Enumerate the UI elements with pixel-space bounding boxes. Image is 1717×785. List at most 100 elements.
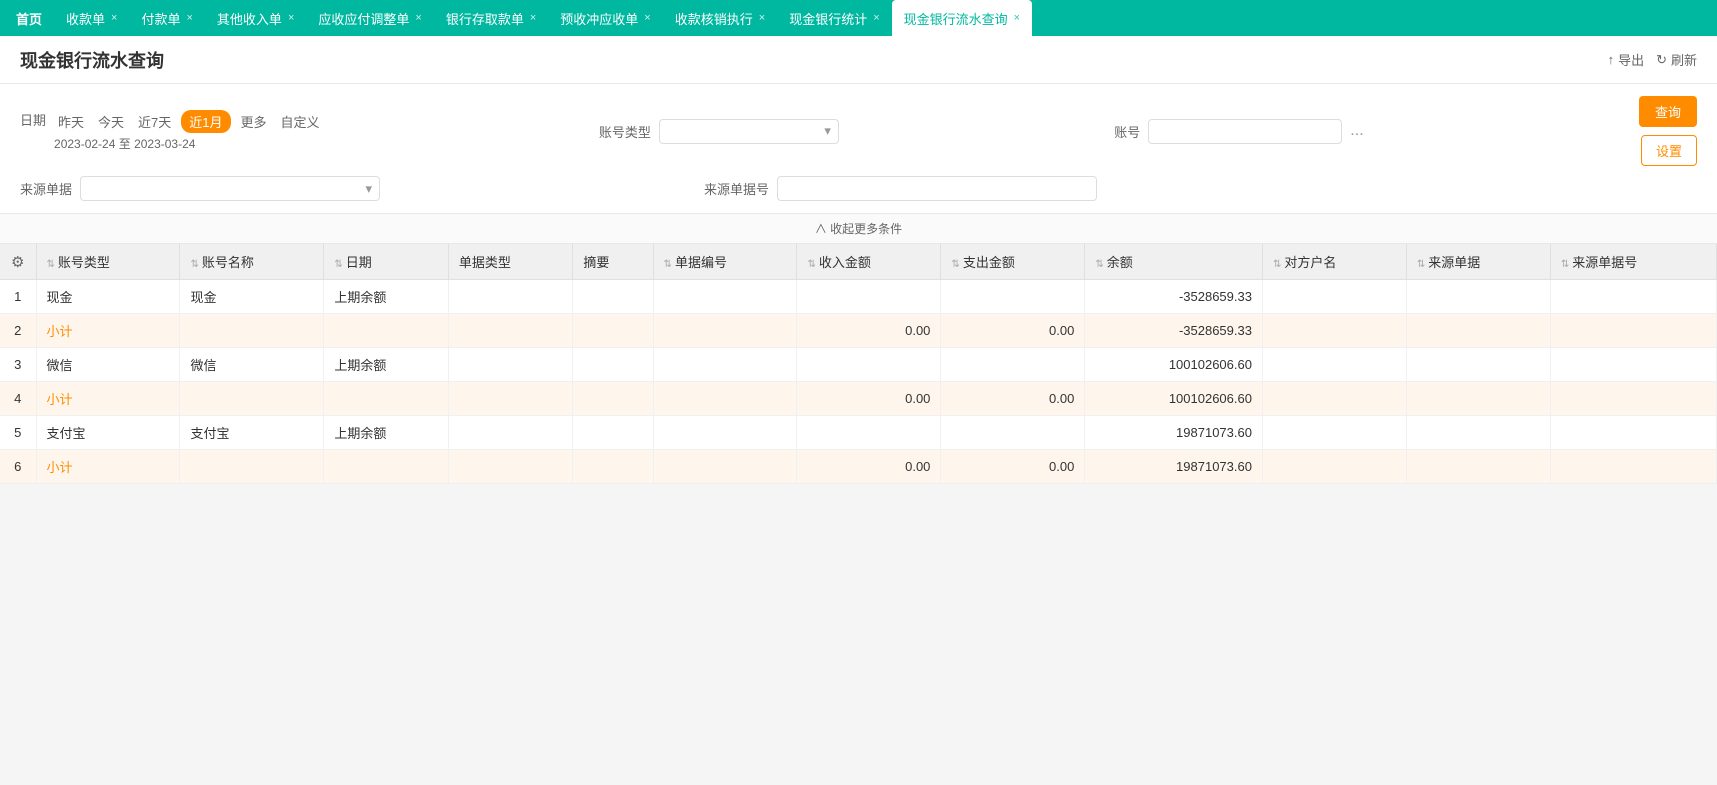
export-icon: ↑: [1608, 52, 1615, 67]
account-input[interactable]: [1148, 119, 1342, 144]
date-custom[interactable]: 自定义: [277, 111, 324, 132]
collapse-bar[interactable]: ∧ 收起更多条件: [0, 214, 1717, 244]
cell-account-name: [180, 382, 324, 416]
cell-expense: [941, 348, 1085, 382]
cell-income: [797, 348, 941, 382]
refresh-button[interactable]: ↻ 刷新: [1656, 50, 1697, 69]
sort-source-doc-num-icon: ⇅: [1561, 259, 1569, 270]
nav-ar-ap-adjust[interactable]: 应收应付调整单 ×: [306, 0, 433, 36]
col-doc-number[interactable]: ⇅单据编号: [653, 244, 797, 280]
date-7days[interactable]: 近7天: [134, 111, 175, 132]
cell-doc-type: [448, 450, 573, 484]
cell-date: 上期余额: [324, 280, 449, 314]
nav-other-income-close[interactable]: ×: [288, 12, 294, 24]
nav-prepaid[interactable]: 预收冲应收单 ×: [548, 0, 662, 36]
col-counterpart[interactable]: ⇅对方户名: [1262, 244, 1406, 280]
nav-prepaid-label: 预收冲应收单: [560, 9, 638, 28]
nav-other-income[interactable]: 其他收入单 ×: [205, 0, 306, 36]
col-settings[interactable]: ⚙: [0, 244, 36, 280]
col-balance[interactable]: ⇅余额: [1085, 244, 1263, 280]
cell-date: 上期余额: [324, 416, 449, 450]
source-doc-num-group: 来源单据号: [704, 176, 1097, 201]
cell-expense: 0.00: [941, 450, 1085, 484]
cell-counterpart: [1262, 416, 1406, 450]
cell-num: 6: [0, 450, 36, 484]
cell-account-name: 支付宝: [180, 416, 324, 450]
cell-account-type: 现金: [36, 280, 180, 314]
cell-summary: [573, 348, 653, 382]
cell-expense: [941, 280, 1085, 314]
nav-receipt[interactable]: 收款单 ×: [54, 0, 129, 36]
nav-ar-ap-label: 应收应付调整单: [318, 9, 409, 28]
col-date[interactable]: ⇅日期: [324, 244, 449, 280]
table-container: ⚙ ⇅账号类型 ⇅账号名称 ⇅日期 单据类型 摘要 ⇅单据编号: [0, 244, 1717, 484]
nav-payment[interactable]: 付款单 ×: [129, 0, 204, 36]
nav-verification-close[interactable]: ×: [759, 12, 765, 24]
export-button[interactable]: ↑ 导出: [1608, 50, 1645, 69]
col-income[interactable]: ⇅收入金额: [797, 244, 941, 280]
col-account-type[interactable]: ⇅账号类型: [36, 244, 180, 280]
nav-bank-stats-close[interactable]: ×: [873, 12, 879, 24]
account-group: 账号 ...: [1114, 119, 1363, 144]
nav-home-label: 首页: [16, 9, 42, 28]
account-type-select[interactable]: [659, 119, 839, 144]
cell-source-doc: [1406, 348, 1550, 382]
cell-doc-type: [448, 280, 573, 314]
date-filter-group: 日期 昨天 今天 近7天 近1月 更多 自定义 2023-02-24 至 202…: [20, 110, 324, 152]
nav-ar-ap-close[interactable]: ×: [415, 12, 421, 24]
cell-income: 0.00: [797, 382, 941, 416]
cell-source-doc-num: [1550, 416, 1716, 450]
cell-doc-number: [653, 382, 797, 416]
nav-verification[interactable]: 收款核销执行 ×: [663, 0, 777, 36]
cell-counterpart: [1262, 314, 1406, 348]
cell-balance: 19871073.60: [1085, 450, 1263, 484]
nav-payment-close[interactable]: ×: [186, 12, 192, 24]
collapse-label: ∧ 收起更多条件: [815, 222, 902, 236]
settings-button[interactable]: 设置: [1641, 135, 1697, 166]
cell-num: 3: [0, 348, 36, 382]
sort-source-doc-icon: ⇅: [1417, 259, 1425, 270]
nav-home[interactable]: 首页: [4, 0, 54, 36]
nav-bank-flow-close[interactable]: ×: [1014, 12, 1020, 24]
col-source-doc-num[interactable]: ⇅来源单据号: [1550, 244, 1716, 280]
cell-summary: [573, 314, 653, 348]
col-account-name[interactable]: ⇅账号名称: [180, 244, 324, 280]
sort-account-type-icon: ⇅: [47, 259, 55, 270]
account-label: 账号: [1114, 122, 1140, 141]
col-source-doc[interactable]: ⇅来源单据: [1406, 244, 1550, 280]
refresh-label: 刷新: [1671, 50, 1697, 69]
nav-payment-label: 付款单: [141, 9, 180, 28]
page-title: 现金银行流水查询: [20, 47, 164, 73]
cell-summary: [573, 416, 653, 450]
cell-source-doc: [1406, 314, 1550, 348]
account-dots[interactable]: ...: [1350, 122, 1363, 140]
date-more[interactable]: 更多: [237, 111, 271, 132]
main-content: 现金银行流水查询 ↑ 导出 ↻ 刷新 日期 昨天 今天 近7天: [0, 36, 1717, 785]
nav-bank-deposit-label: 银行存取款单: [446, 9, 524, 28]
source-doc-num-input[interactable]: [777, 176, 1097, 201]
nav-bank-flow[interactable]: 现金银行流水查询 ×: [892, 0, 1032, 36]
nav-bank-stats[interactable]: 现金银行统计 ×: [777, 0, 891, 36]
date-1month[interactable]: 近1月: [181, 110, 230, 133]
nav-bank-deposit-close[interactable]: ×: [530, 12, 536, 24]
cell-counterpart: [1262, 348, 1406, 382]
source-doc-select[interactable]: [80, 176, 380, 201]
nav-receipt-close[interactable]: ×: [111, 12, 117, 24]
cell-source-doc: [1406, 280, 1550, 314]
query-button[interactable]: 查询: [1639, 96, 1697, 127]
nav-bank-deposit[interactable]: 银行存取款单 ×: [434, 0, 548, 36]
col-expense[interactable]: ⇅支出金额: [941, 244, 1085, 280]
table-row: 5 支付宝 支付宝 上期余额 19871073.60: [0, 416, 1717, 450]
settings-icon[interactable]: ⚙: [11, 254, 24, 271]
date-today[interactable]: 今天: [94, 111, 128, 132]
date-yesterday[interactable]: 昨天: [54, 111, 88, 132]
cell-account-type: 支付宝: [36, 416, 180, 450]
cell-account-name: 现金: [180, 280, 324, 314]
source-doc-group: 来源单据: [20, 176, 380, 201]
cell-income: 0.00: [797, 314, 941, 348]
nav-prepaid-close[interactable]: ×: [644, 12, 650, 24]
account-type-group: 账号类型: [599, 119, 839, 144]
account-type-label: 账号类型: [599, 122, 651, 141]
source-doc-select-wrapper: [80, 176, 380, 201]
cell-source-doc-num: [1550, 348, 1716, 382]
